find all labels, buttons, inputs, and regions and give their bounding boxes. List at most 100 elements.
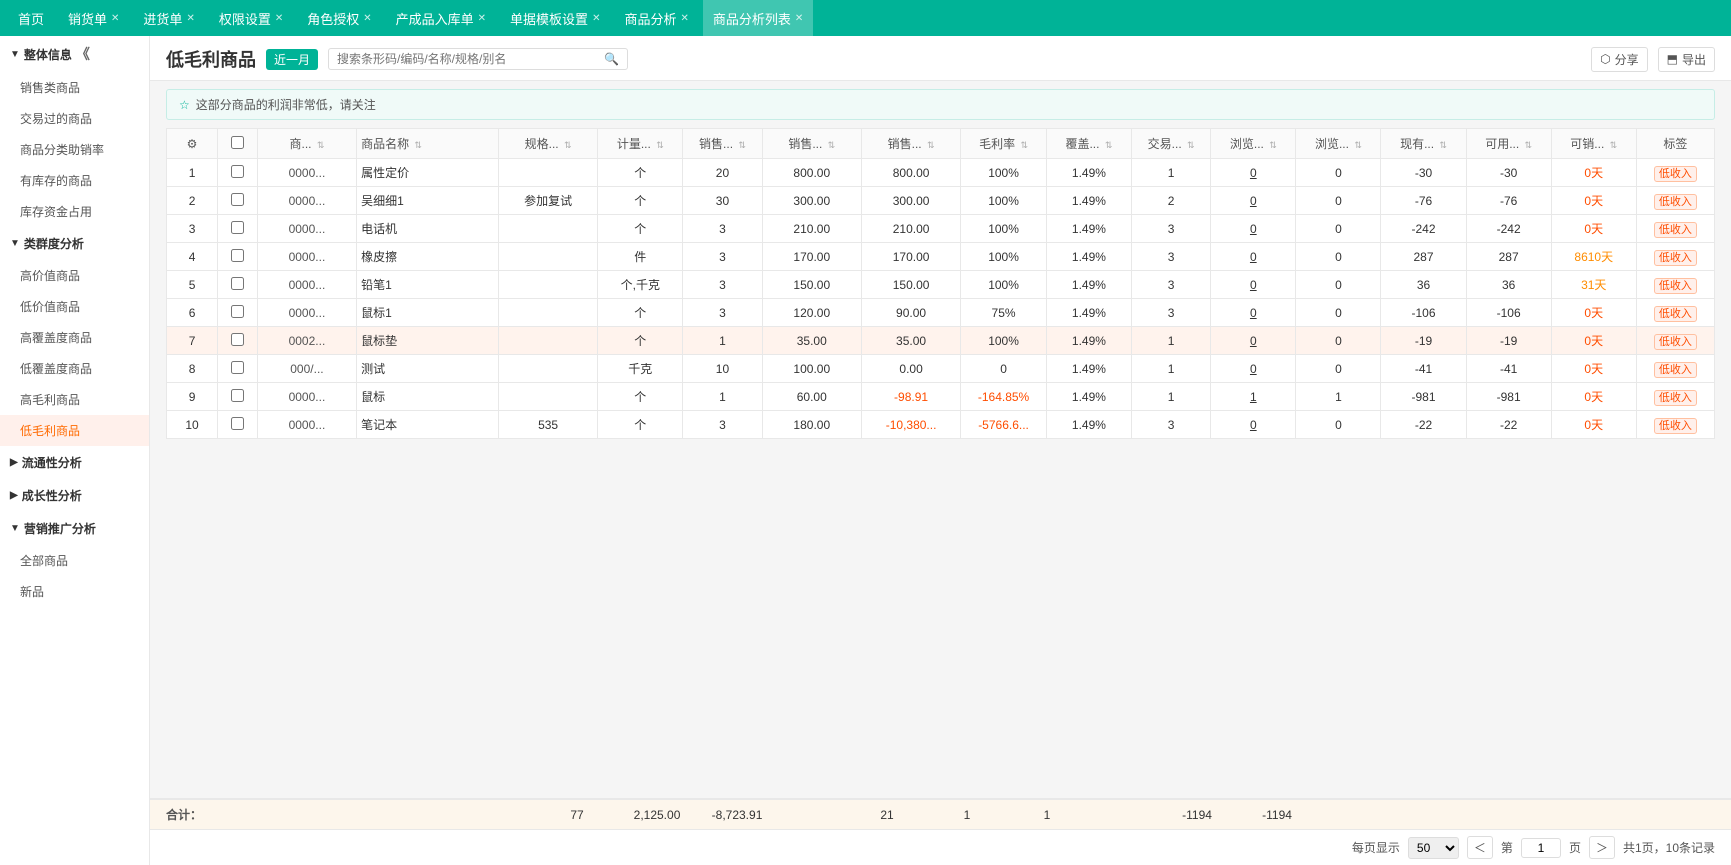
row-checkbox-8[interactable] <box>231 361 244 374</box>
sidebar-item-new-goods[interactable]: 新品 <box>0 576 149 607</box>
row-browse1-10[interactable]: 0 <box>1211 411 1296 439</box>
row-check-5[interactable] <box>218 271 258 299</box>
row-checkbox-2[interactable] <box>231 193 244 206</box>
row-checkbox-6[interactable] <box>231 305 244 318</box>
row-gross-rate-1: 100% <box>961 159 1047 187</box>
share-btn[interactable]: ⬡ 分享 <box>1591 47 1648 72</box>
row-checkbox-5[interactable] <box>231 277 244 290</box>
prev-page-btn[interactable]: ＜ <box>1467 836 1493 859</box>
row-browse1-9[interactable]: 1 <box>1211 383 1296 411</box>
th-tag[interactable]: 标签 <box>1636 129 1714 159</box>
row-browse1-8[interactable]: 0 <box>1211 355 1296 383</box>
th-browse2[interactable]: 浏览... ⇅ <box>1296 129 1381 159</box>
nav-purchase[interactable]: 进货单 ✕ <box>133 0 204 36</box>
nav-close-role[interactable]: ✕ <box>363 13 371 24</box>
row-check-3[interactable] <box>218 215 258 243</box>
nav-close-goods-analysis[interactable]: ✕ <box>680 13 688 24</box>
nav-permission[interactable]: 权限设置 ✕ <box>209 0 293 36</box>
th-name[interactable]: 商品名称 ⇅ <box>357 129 499 159</box>
sidebar-item-low-value[interactable]: 低价值商品 <box>0 291 149 322</box>
nav-close-goods-analysis-list[interactable]: ✕ <box>795 13 803 24</box>
row-check-2[interactable] <box>218 187 258 215</box>
sidebar-item-high-value[interactable]: 高价值商品 <box>0 260 149 291</box>
row-browse1-6[interactable]: 0 <box>1211 299 1296 327</box>
export-btn[interactable]: ⬒ 导出 <box>1658 47 1715 72</box>
th-available[interactable]: 可用... ⇅ <box>1466 129 1551 159</box>
nav-close-purchase[interactable]: ✕ <box>186 13 194 24</box>
row-check-6[interactable] <box>218 299 258 327</box>
nav-sales[interactable]: 销货单 ✕ <box>58 0 129 36</box>
time-filter-btn[interactable]: 近一月 <box>266 49 318 70</box>
th-sales-price[interactable]: 销售... ⇅ <box>762 129 861 159</box>
th-unit[interactable]: 计量... ⇅ <box>598 129 683 159</box>
nav-close-sales[interactable]: ✕ <box>111 13 119 24</box>
next-page-btn[interactable]: ＞ <box>1589 836 1615 859</box>
sidebar-item-low-gross[interactable]: 低毛利商品 <box>0 415 149 446</box>
row-check-9[interactable] <box>218 383 258 411</box>
row-checkbox-9[interactable] <box>231 389 244 402</box>
row-check-7[interactable] <box>218 327 258 355</box>
row-browse1-7[interactable]: 0 <box>1211 327 1296 355</box>
nav-role[interactable]: 角色授权 ✕ <box>297 0 381 36</box>
row-checkbox-7[interactable] <box>231 333 244 346</box>
per-page-select[interactable]: 50 100 200 <box>1408 837 1459 859</box>
th-trade-count[interactable]: 交易... ⇅ <box>1131 129 1210 159</box>
row-check-10[interactable] <box>218 411 258 439</box>
sidebar-item-category-rate[interactable]: 商品分类助销率 <box>0 134 149 165</box>
sidebar-group-cluster[interactable]: ▼ 类群度分析 <box>0 227 149 260</box>
page-input[interactable] <box>1521 838 1561 858</box>
row-browse1-4[interactable]: 0 <box>1211 243 1296 271</box>
sidebar-group-flow[interactable]: ▶ 流通性分析 <box>0 446 149 479</box>
nav-close-product-in[interactable]: ✕ <box>478 13 486 24</box>
nav-close-template[interactable]: ✕ <box>592 13 600 24</box>
nav-goods-analysis-list[interactable]: 商品分析列表 ✕ <box>703 0 813 36</box>
select-all-checkbox[interactable] <box>231 136 244 149</box>
row-browse1-2[interactable]: 0 <box>1211 187 1296 215</box>
sidebar-item-stock-goods[interactable]: 有库存的商品 <box>0 165 149 196</box>
search-icon[interactable]: 🔍 <box>604 52 619 66</box>
sidebar-item-high-coverage[interactable]: 高覆盖度商品 <box>0 322 149 353</box>
row-browse1-3[interactable]: 0 <box>1211 215 1296 243</box>
sidebar-group-marketing[interactable]: ▼ 营销推广分析 <box>0 512 149 545</box>
sidebar-item-traded-goods[interactable]: 交易过的商品 <box>0 103 149 134</box>
sidebar-item-high-gross[interactable]: 高毛利商品 <box>0 384 149 415</box>
row-coverage-6: 1.49% <box>1046 299 1131 327</box>
th-settings[interactable]: ⚙ <box>167 129 218 159</box>
th-code[interactable]: 商... ⇅ <box>257 129 356 159</box>
th-checkbox[interactable] <box>218 129 258 159</box>
th-current-stock[interactable]: 现有... ⇅ <box>1381 129 1466 159</box>
collapse-overall[interactable]: 《 <box>76 44 90 64</box>
row-browse1-1[interactable]: 0 <box>1211 159 1296 187</box>
sidebar-item-all-goods[interactable]: 全部商品 <box>0 545 149 576</box>
th-browse1[interactable]: 浏览... ⇅ <box>1211 129 1296 159</box>
sidebar-group-growth[interactable]: ▶ 成长性分析 <box>0 479 149 512</box>
th-coverage[interactable]: 覆盖... ⇅ <box>1046 129 1131 159</box>
row-check-8[interactable] <box>218 355 258 383</box>
row-checkbox-1[interactable] <box>231 165 244 178</box>
row-check-4[interactable] <box>218 243 258 271</box>
row-checkbox-3[interactable] <box>231 221 244 234</box>
nav-goods-analysis[interactable]: 商品分析 ✕ <box>614 0 698 36</box>
nav-close-permission[interactable]: ✕ <box>275 13 283 24</box>
th-spec[interactable]: 规格... ⇅ <box>498 129 597 159</box>
sidebar-group-overall[interactable]: ▼ 整体信息 《 <box>0 36 149 72</box>
nav-home[interactable]: 首页 <box>8 0 54 36</box>
nav-template[interactable]: 单据模板设置 ✕ <box>500 0 610 36</box>
th-sales-profit[interactable]: 销售... ⇅ <box>861 129 960 159</box>
sidebar-item-sales-goods[interactable]: 销售类商品 <box>0 72 149 103</box>
th-gross-rate[interactable]: 毛利率 ⇅ <box>961 129 1047 159</box>
search-input[interactable] <box>337 52 604 66</box>
nav-product-in[interactable]: 产成品入库单 ✕ <box>386 0 496 36</box>
th-sales-qty[interactable]: 销售... ⇅ <box>683 129 762 159</box>
row-checkbox-10[interactable] <box>231 417 244 430</box>
sidebar-item-capital[interactable]: 库存资金占用 <box>0 196 149 227</box>
th-saleable[interactable]: 可销... ⇅ <box>1551 129 1636 159</box>
sidebar-item-low-coverage[interactable]: 低覆盖度商品 <box>0 353 149 384</box>
table-container[interactable]: ⚙ 商... ⇅ 商品名称 ⇅ 规格... ⇅ 计量... ⇅ 销售... ⇅ … <box>150 128 1731 798</box>
search-box: 🔍 <box>328 48 628 70</box>
row-check-1[interactable] <box>218 159 258 187</box>
row-browse2-6: 0 <box>1296 299 1381 327</box>
row-browse1-5[interactable]: 0 <box>1211 271 1296 299</box>
row-checkbox-4[interactable] <box>231 249 244 262</box>
row-spec-4 <box>498 243 597 271</box>
